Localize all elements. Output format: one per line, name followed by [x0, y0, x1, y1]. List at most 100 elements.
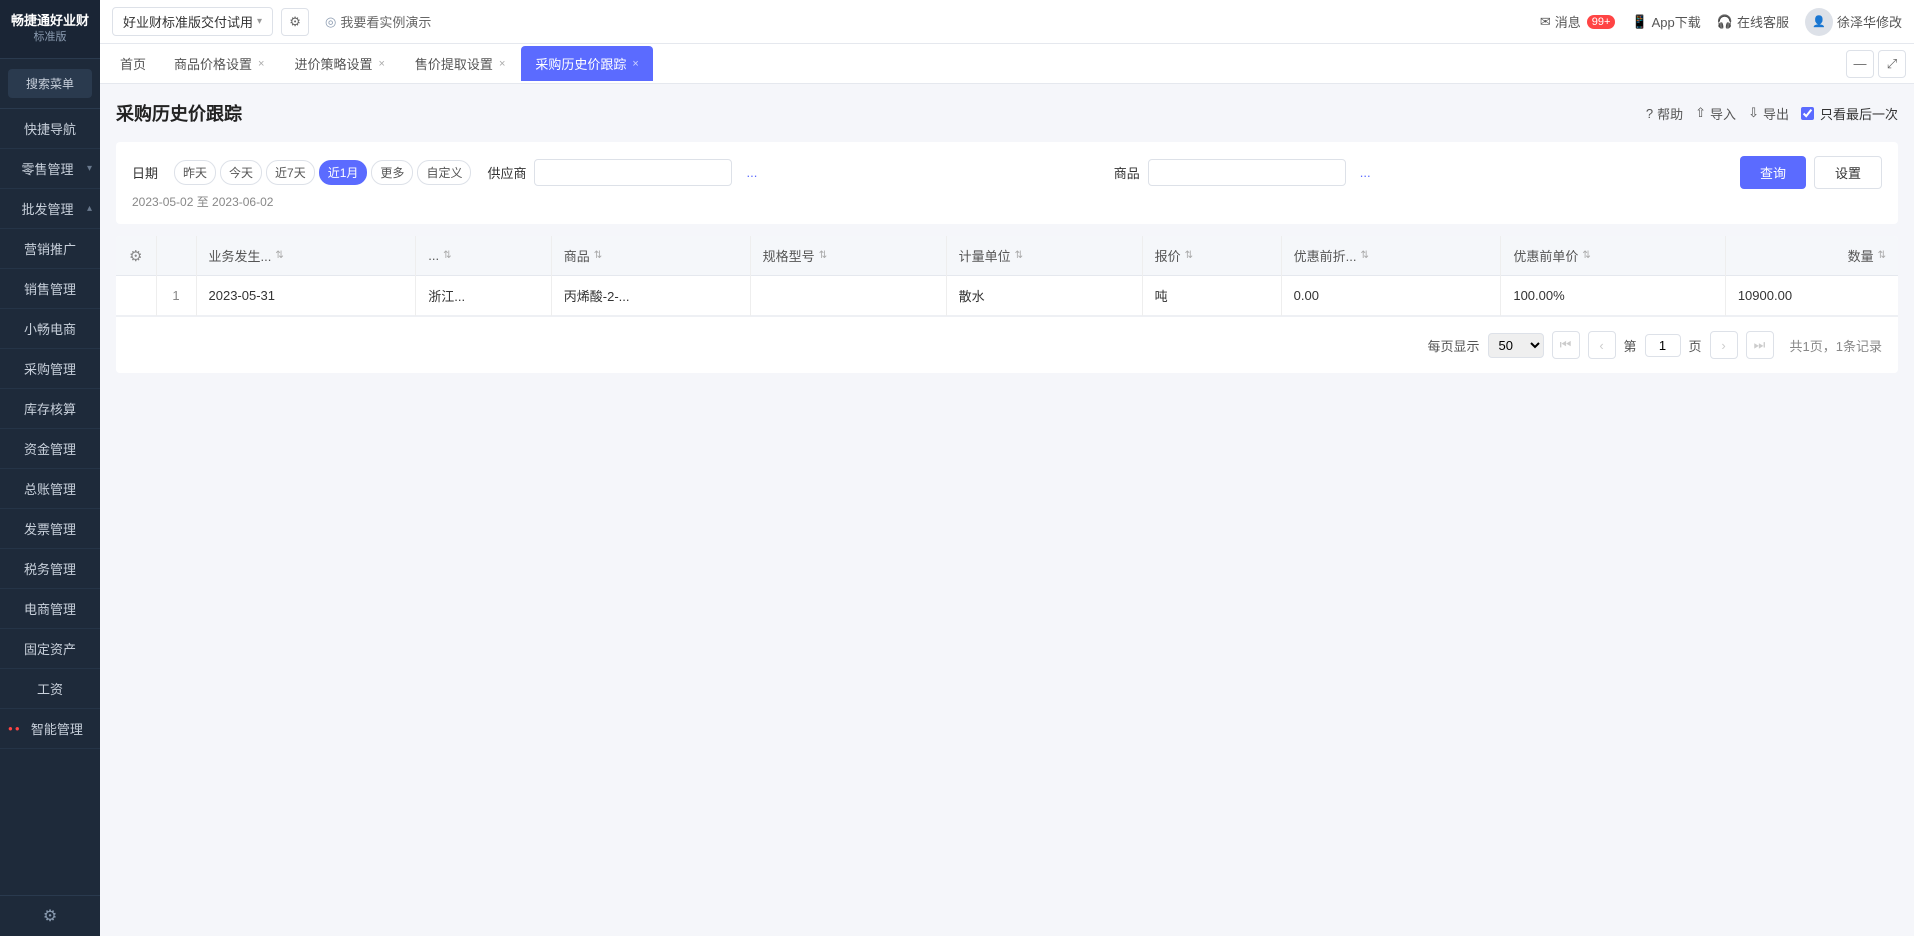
tabs-expand-button[interactable]: ⤢ [1878, 50, 1906, 78]
import-button[interactable]: ⇧ 导入 [1695, 104, 1736, 123]
tab-history-close-icon[interactable]: × [632, 58, 638, 70]
goods-more-btn[interactable]: ... [1354, 163, 1377, 182]
pagination-last-btn[interactable]: ⏭ [1746, 331, 1774, 359]
pagination-prev-btn[interactable]: ‹ [1588, 331, 1616, 359]
sidebar-search-area[interactable]: 搜索菜单 [0, 59, 100, 109]
col-goods-header[interactable]: 商品 ⇅ [551, 236, 750, 276]
tab-price-close-icon[interactable]: × [258, 58, 264, 70]
supplier-input[interactable] [534, 159, 732, 186]
col-price-header[interactable]: 报价 ⇅ [1142, 236, 1281, 276]
pagination: 每页显示 50 20 100 ⏮ ‹ 第 页 › ⏭ 共1页，1条记录 [116, 316, 1898, 373]
sidebar-item-ledger[interactable]: 总账管理 [0, 469, 100, 509]
col-unit-price-header[interactable]: 优惠前单价 ⇅ [1501, 236, 1725, 276]
ledger-label: 总账管理 [8, 479, 92, 498]
marketing-label: 营销推广 [8, 239, 92, 258]
date-today-btn[interactable]: 今天 [220, 160, 262, 185]
tab-strategy-close-icon[interactable]: × [378, 58, 384, 70]
version-label: 好业财标准版交付试用 [123, 12, 253, 31]
export-icon: ⇩ [1748, 105, 1759, 121]
search-menu-button[interactable]: 搜索菜单 [8, 69, 92, 98]
supplier-filter-group: 供应商 ... [487, 159, 1097, 186]
sidebar-item-retail[interactable]: 零售管理 ▾ [0, 149, 100, 189]
tab-strategy[interactable]: 进价策略设置 × [280, 46, 398, 81]
sidebar-item-tax[interactable]: 税务管理 [0, 549, 100, 589]
topbar-right: ✉ 消息 99+ 📱 App下载 🎧 在线客服 👤 徐泽华修改 [1540, 8, 1902, 36]
tab-history[interactable]: 采购历史价跟踪 × [521, 46, 652, 81]
date-more-btn[interactable]: 更多 [371, 160, 413, 185]
col-extra-header[interactable]: ... ⇅ [416, 236, 552, 276]
last-only-checkbox[interactable] [1801, 107, 1814, 120]
col-unit-header[interactable]: 计量单位 ⇅ [946, 236, 1142, 276]
table-row: 1 2023-05-31 浙江... 丙烯酸-2-... 散水 吨 0.00 1… [116, 276, 1898, 316]
date-7days-btn[interactable]: 近7天 [266, 160, 315, 185]
messages-label: 消息 [1555, 12, 1581, 31]
message-icon: ✉ [1540, 14, 1551, 30]
row-quote-cell: 0.00 [1281, 276, 1501, 316]
messages-button[interactable]: ✉ 消息 99+ [1540, 12, 1616, 31]
table-settings-icon[interactable]: ⚙ [129, 248, 142, 265]
col-date-header[interactable]: 业务发生... ⇅ [196, 236, 416, 276]
topbar-settings-button[interactable]: ⚙ [281, 8, 309, 36]
tab-price-label: 商品价格设置 [174, 54, 252, 73]
version-selector[interactable]: 好业财标准版交付试用 ▾ [112, 7, 273, 36]
invoice-label: 发票管理 [8, 519, 92, 538]
tab-sale[interactable]: 售价提取设置 × [401, 46, 519, 81]
sidebar-item-marketing[interactable]: 营销推广 [0, 229, 100, 269]
app-download-button[interactable]: 📱 App下载 [1631, 12, 1700, 31]
sidebar-item-ecommerce[interactable]: 电商管理 [0, 589, 100, 629]
version-dropdown-icon: ▾ [257, 16, 262, 27]
supplier-more-btn[interactable]: ... [740, 163, 763, 182]
avatar: 👤 [1805, 8, 1833, 36]
sidebar-item-smart[interactable]: ● 智能管理 [0, 709, 100, 749]
help-circle-icon: ? [1646, 106, 1653, 121]
col-settings-header: ⚙ [116, 236, 156, 276]
sidebar-item-wholesale[interactable]: 批发管理 ▴ [0, 189, 100, 229]
demo-button[interactable]: ◎ 我要看实例演示 [325, 12, 431, 31]
tab-home[interactable]: 首页 [108, 46, 158, 81]
export-button[interactable]: ⇩ 导出 [1748, 104, 1789, 123]
date-sort-icon: ⇅ [275, 250, 283, 261]
tab-sale-close-icon[interactable]: × [499, 58, 505, 70]
pagination-first-btn[interactable]: ⏮ [1552, 331, 1580, 359]
col-quantity-header[interactable]: 数量 ⇅ [1725, 236, 1898, 276]
sidebar-item-payroll[interactable]: 工资 [0, 669, 100, 709]
date-custom-btn[interactable]: 自定义 [417, 160, 471, 185]
tab-price[interactable]: 商品价格设置 × [160, 46, 278, 81]
online-service-button[interactable]: 🎧 在线客服 [1717, 12, 1789, 31]
col-spec-header[interactable]: 规格型号 ⇅ [750, 236, 946, 276]
quick-nav-label: 快捷导航 [8, 119, 92, 138]
goods-sort-icon: ⇅ [594, 250, 602, 261]
per-page-select[interactable]: 50 20 100 [1488, 333, 1544, 358]
tabs-minimize-button[interactable]: — [1846, 50, 1874, 78]
retail-label: 零售管理 [8, 159, 87, 178]
expand-icon: ⤢ [1887, 56, 1897, 72]
sidebar-item-sales[interactable]: 销售管理 [0, 269, 100, 309]
wholesale-arrow-icon: ▴ [87, 203, 92, 214]
goods-input[interactable] [1148, 159, 1346, 186]
page-input[interactable] [1645, 334, 1681, 357]
sidebar-item-assets[interactable]: 固定资产 [0, 629, 100, 669]
last-only-control[interactable]: 只看最后一次 [1801, 104, 1898, 123]
col-discount-header[interactable]: 优惠前折... ⇅ [1281, 236, 1501, 276]
sidebar-item-inventory[interactable]: 库存核算 [0, 389, 100, 429]
user-button[interactable]: 👤 徐泽华修改 [1805, 8, 1902, 36]
sidebar-item-finance[interactable]: 资金管理 [0, 429, 100, 469]
sidebar-item-quick-nav[interactable]: 快捷导航 [0, 109, 100, 149]
sidebar-settings-icon[interactable]: ⚙ [43, 908, 57, 925]
sidebar-item-invoice[interactable]: 发票管理 [0, 509, 100, 549]
pagination-next-btn[interactable]: › [1710, 331, 1738, 359]
table-container: ⚙ 业务发生... ⇅ ... ⇅ [116, 236, 1898, 373]
sidebar-item-purchase[interactable]: 采购管理 [0, 349, 100, 389]
main-area: 好业财标准版交付试用 ▾ ⚙ ◎ 我要看实例演示 ✉ 消息 99+ 📱 App下… [100, 0, 1914, 936]
help-button[interactable]: ? 帮助 [1646, 104, 1683, 123]
sidebar-item-ecommerce-small[interactable]: 小畅电商 [0, 309, 100, 349]
unit-price-sort-icon: ⇅ [1582, 250, 1590, 261]
spec-sort-icon: ⇅ [819, 250, 827, 261]
date-yesterday-btn[interactable]: 昨天 [174, 160, 216, 185]
tab-history-label: 采购历史价跟踪 [535, 54, 626, 73]
table-header-row: ⚙ 业务发生... ⇅ ... ⇅ [116, 236, 1898, 276]
settings-filter-button[interactable]: 设置 [1814, 156, 1882, 189]
query-button[interactable]: 查询 [1740, 156, 1806, 189]
date-1month-btn[interactable]: 近1月 [319, 160, 368, 185]
date-filter-label: 日期 [132, 163, 158, 182]
